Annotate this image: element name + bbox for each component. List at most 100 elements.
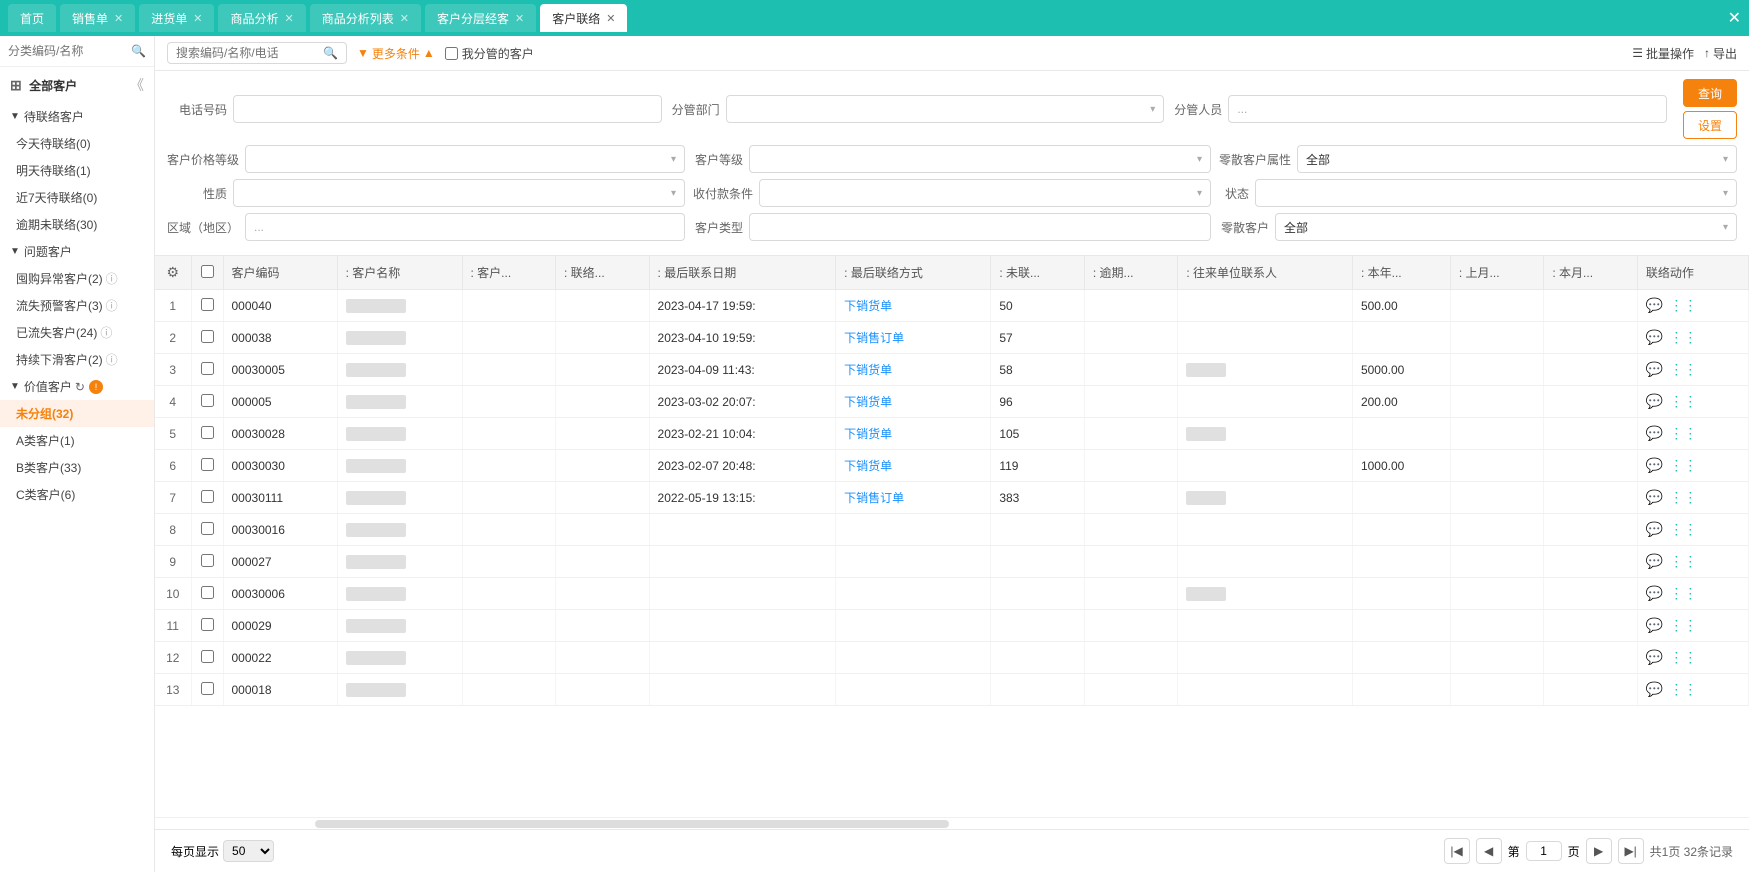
more-icon[interactable]: ⋮⋮ <box>1669 457 1697 474</box>
last-way-link[interactable]: 下销货单 <box>844 299 892 313</box>
window-close-button[interactable]: ✕ <box>1728 8 1741 28</box>
sidebar-pending-contact-group[interactable]: ▼ 待联络客户 <box>0 103 154 130</box>
row-checkbox[interactable] <box>201 330 214 343</box>
more-icon[interactable]: ⋮⋮ <box>1669 297 1697 314</box>
sidebar-item-churn-warning[interactable]: 流失预警客户(3) ⓘ <box>0 292 154 319</box>
tab-purchase[interactable]: 进货单 ✕ <box>139 4 214 32</box>
sidebar-search-input[interactable] <box>8 44 127 58</box>
page-number-input[interactable] <box>1526 841 1562 861</box>
sidebar-collapse-button[interactable]: 《 <box>130 75 144 95</box>
more-icon[interactable]: ⋮⋮ <box>1669 585 1697 602</box>
sidebar-item-overdue-pending[interactable]: 逾期未联络(30) <box>0 211 154 238</box>
row-checkbox[interactable] <box>201 490 214 503</box>
row-checkbox[interactable] <box>201 298 214 311</box>
table-settings-icon[interactable]: ⚙ <box>166 264 179 280</box>
tab-product-analysis[interactable]: 商品分析 ✕ <box>218 4 305 32</box>
page-last-button[interactable]: ▶| <box>1618 838 1644 864</box>
customer-type-select[interactable] <box>749 213 1211 241</box>
tab-customer-contact[interactable]: 客户联络 ✕ <box>540 4 627 32</box>
tab-sales[interactable]: 销售单 ✕ <box>60 4 135 32</box>
contact-icon[interactable]: 💬 <box>1646 521 1663 538</box>
tab-customer-tier-close[interactable]: ✕ <box>515 12 524 25</box>
payment-select[interactable]: ▾ <box>759 179 1211 207</box>
query-button[interactable]: 查询 <box>1683 79 1737 107</box>
sidebar-item-tomorrow-pending[interactable]: 明天待联络(1) <box>0 157 154 184</box>
tab-product-list[interactable]: 商品分析列表 ✕ <box>310 4 421 32</box>
contact-icon[interactable]: 💬 <box>1646 457 1663 474</box>
row-checkbox[interactable] <box>201 682 214 695</box>
sidebar-item-7days-pending[interactable]: 近7天待联络(0) <box>0 184 154 211</box>
region-input[interactable]: ... <box>245 213 685 241</box>
more-icon[interactable]: ⋮⋮ <box>1669 329 1697 346</box>
phone-input[interactable] <box>233 95 662 123</box>
tab-product-analysis-close[interactable]: ✕ <box>285 12 294 25</box>
my-customers-checkbox[interactable] <box>445 47 458 60</box>
more-icon[interactable]: ⋮⋮ <box>1669 393 1697 410</box>
contact-icon[interactable]: 💬 <box>1646 649 1663 666</box>
contact-icon[interactable]: 💬 <box>1646 585 1663 602</box>
row-checkbox[interactable] <box>201 362 214 375</box>
more-icon[interactable]: ⋮⋮ <box>1669 681 1697 698</box>
last-way-link[interactable]: 下销货单 <box>844 363 892 377</box>
sidebar-item-today-pending[interactable]: 今天待联络(0) <box>0 130 154 157</box>
tab-sales-close[interactable]: ✕ <box>114 12 123 25</box>
sidebar-item-class-b[interactable]: B类客户(33) <box>0 454 154 481</box>
sidebar-problem-customers-group[interactable]: ▼ 问题客户 <box>0 238 154 265</box>
sidebar-item-class-a[interactable]: A类客户(1) <box>0 427 154 454</box>
retail-attr-select[interactable]: 全部▾ <box>1297 145 1737 173</box>
more-icon[interactable]: ⋮⋮ <box>1669 425 1697 442</box>
tab-customer-contact-close[interactable]: ✕ <box>606 12 615 25</box>
batch-ops-button[interactable]: ☰ 批量操作 <box>1632 45 1694 62</box>
price-tier-select[interactable]: ▾ <box>245 145 685 173</box>
last-way-link[interactable]: 下销货单 <box>844 459 892 473</box>
person-input[interactable]: ... <box>1228 95 1667 123</box>
horizontal-scrollbar[interactable] <box>155 817 1749 829</box>
sidebar-item-unclassified[interactable]: 未分组(32) <box>0 400 154 427</box>
reset-button[interactable]: 设置 <box>1683 111 1737 139</box>
last-way-link[interactable]: 下销售订单 <box>844 331 904 345</box>
more-icon[interactable]: ⋮⋮ <box>1669 553 1697 570</box>
more-icon[interactable]: ⋮⋮ <box>1669 361 1697 378</box>
retail-customer-select[interactable]: 全部▾ <box>1275 213 1737 241</box>
sidebar-item-hoarding-abnormal[interactable]: 囤购异常客户(2) ⓘ <box>0 265 154 292</box>
sidebar-all-customers-header[interactable]: ⊞ 全部客户 《 <box>0 67 154 103</box>
customer-tier-select[interactable]: ▾ <box>749 145 1211 173</box>
tab-home[interactable]: 首页 <box>8 4 56 32</box>
contact-icon[interactable]: 💬 <box>1646 489 1663 506</box>
row-checkbox[interactable] <box>201 394 214 407</box>
row-checkbox[interactable] <box>201 650 214 663</box>
last-way-link[interactable]: 下销货单 <box>844 395 892 409</box>
contact-icon[interactable]: 💬 <box>1646 617 1663 634</box>
row-checkbox[interactable] <box>201 586 214 599</box>
page-next-button[interactable]: ▶ <box>1586 838 1612 864</box>
page-prev-button[interactable]: ◀ <box>1476 838 1502 864</box>
sidebar-item-declining[interactable]: 持续下滑客户(2) ⓘ <box>0 346 154 373</box>
contact-icon[interactable]: 💬 <box>1646 681 1663 698</box>
last-way-link[interactable]: 下销货单 <box>844 427 892 441</box>
tab-product-list-close[interactable]: ✕ <box>400 12 409 25</box>
row-checkbox[interactable] <box>201 458 214 471</box>
contact-icon[interactable]: 💬 <box>1646 329 1663 346</box>
sidebar-search-icon[interactable]: 🔍 <box>131 44 146 58</box>
more-icon[interactable]: ⋮⋮ <box>1669 617 1697 634</box>
row-checkbox[interactable] <box>201 554 214 567</box>
more-conditions-button[interactable]: ▼ 更多条件 ▲ <box>357 45 435 62</box>
more-icon[interactable]: ⋮⋮ <box>1669 489 1697 506</box>
nature-select[interactable]: ▾ <box>233 179 685 207</box>
more-icon[interactable]: ⋮⋮ <box>1669 649 1697 666</box>
contact-icon[interactable]: 💬 <box>1646 297 1663 314</box>
sidebar-value-customers-group[interactable]: ▼ 价值客户 ↻ ! <box>0 373 154 400</box>
filter-search-icon[interactable]: 🔍 <box>323 46 338 60</box>
contact-icon[interactable]: 💬 <box>1646 361 1663 378</box>
row-checkbox[interactable] <box>201 618 214 631</box>
sidebar-item-class-c[interactable]: C类客户(6) <box>0 481 154 508</box>
tab-purchase-close[interactable]: ✕ <box>193 12 202 25</box>
tab-customer-tier[interactable]: 客户分层经客 ✕ <box>425 4 536 32</box>
page-size-select[interactable]: 50 100 200 <box>223 840 274 862</box>
dept-select[interactable]: ▾ <box>726 95 1165 123</box>
contact-icon[interactable]: 💬 <box>1646 425 1663 442</box>
page-first-button[interactable]: |◀ <box>1444 838 1470 864</box>
row-checkbox[interactable] <box>201 522 214 535</box>
row-checkbox[interactable] <box>201 426 214 439</box>
check-all-checkbox[interactable] <box>201 265 214 278</box>
